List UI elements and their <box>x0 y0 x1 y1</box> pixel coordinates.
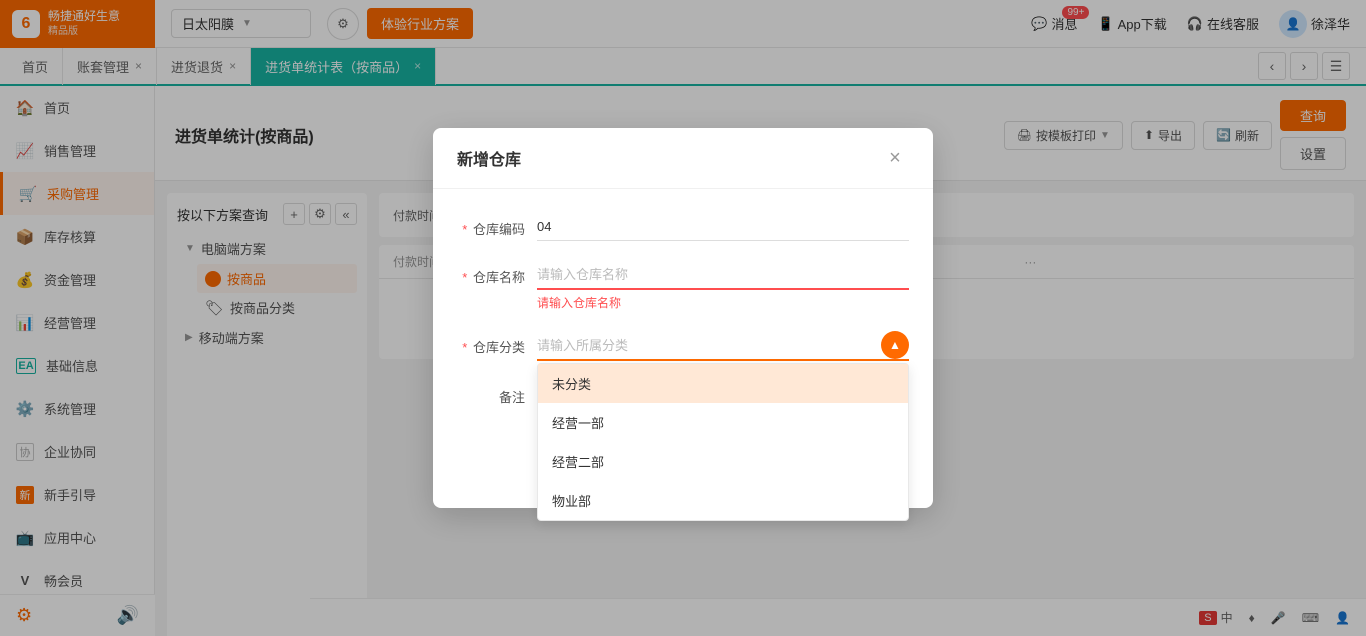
dropdown-option-dept2[interactable]: 经营二部 <box>538 442 908 481</box>
name-control: 请输入仓库名称 <box>537 261 909 311</box>
dropdown-toggle-button[interactable]: ▲ <box>881 331 909 359</box>
warehouse-class-row: * 仓库分类 ▲ 未分类 经营一部 经营二部 物业部 <box>457 331 909 361</box>
add-warehouse-modal: 新增仓库 × * 仓库编码 * 仓库名称 <box>433 128 933 508</box>
dropdown-option-dept3[interactable]: 物业部 <box>538 481 908 520</box>
code-label: * 仓库编码 <box>457 213 537 238</box>
warehouse-name-row: * 仓库名称 请输入仓库名称 <box>457 261 909 311</box>
code-control <box>537 213 909 241</box>
chevron-up-icon: ▲ <box>889 338 901 352</box>
warehouse-name-input[interactable] <box>537 261 909 290</box>
modal-close-button[interactable]: × <box>881 144 909 172</box>
dropdown-option-uncategorized[interactable]: 未分类 <box>538 364 908 403</box>
modal-header: 新增仓库 × <box>433 128 933 189</box>
class-label: * 仓库分类 <box>457 331 537 356</box>
remark-label: 备注 <box>457 381 537 406</box>
class-control: ▲ 未分类 经营一部 经营二部 物业部 <box>537 331 909 361</box>
warehouse-code-row: * 仓库编码 <box>457 213 909 241</box>
warehouse-class-input[interactable] <box>537 332 881 359</box>
modal-overlay: 新增仓库 × * 仓库编码 * 仓库名称 <box>0 0 1366 636</box>
class-dropdown-row: ▲ <box>537 331 909 361</box>
warehouse-code-input[interactable] <box>537 213 909 241</box>
name-error-message: 请输入仓库名称 <box>537 294 909 311</box>
name-label: * 仓库名称 <box>457 261 537 286</box>
modal-body: * 仓库编码 * 仓库名称 请输入仓库名称 <box>433 189 933 451</box>
dropdown-option-dept1[interactable]: 经营一部 <box>538 403 908 442</box>
modal-title: 新增仓库 <box>457 146 521 170</box>
class-dropdown-list: 未分类 经营一部 经营二部 物业部 <box>537 363 909 521</box>
